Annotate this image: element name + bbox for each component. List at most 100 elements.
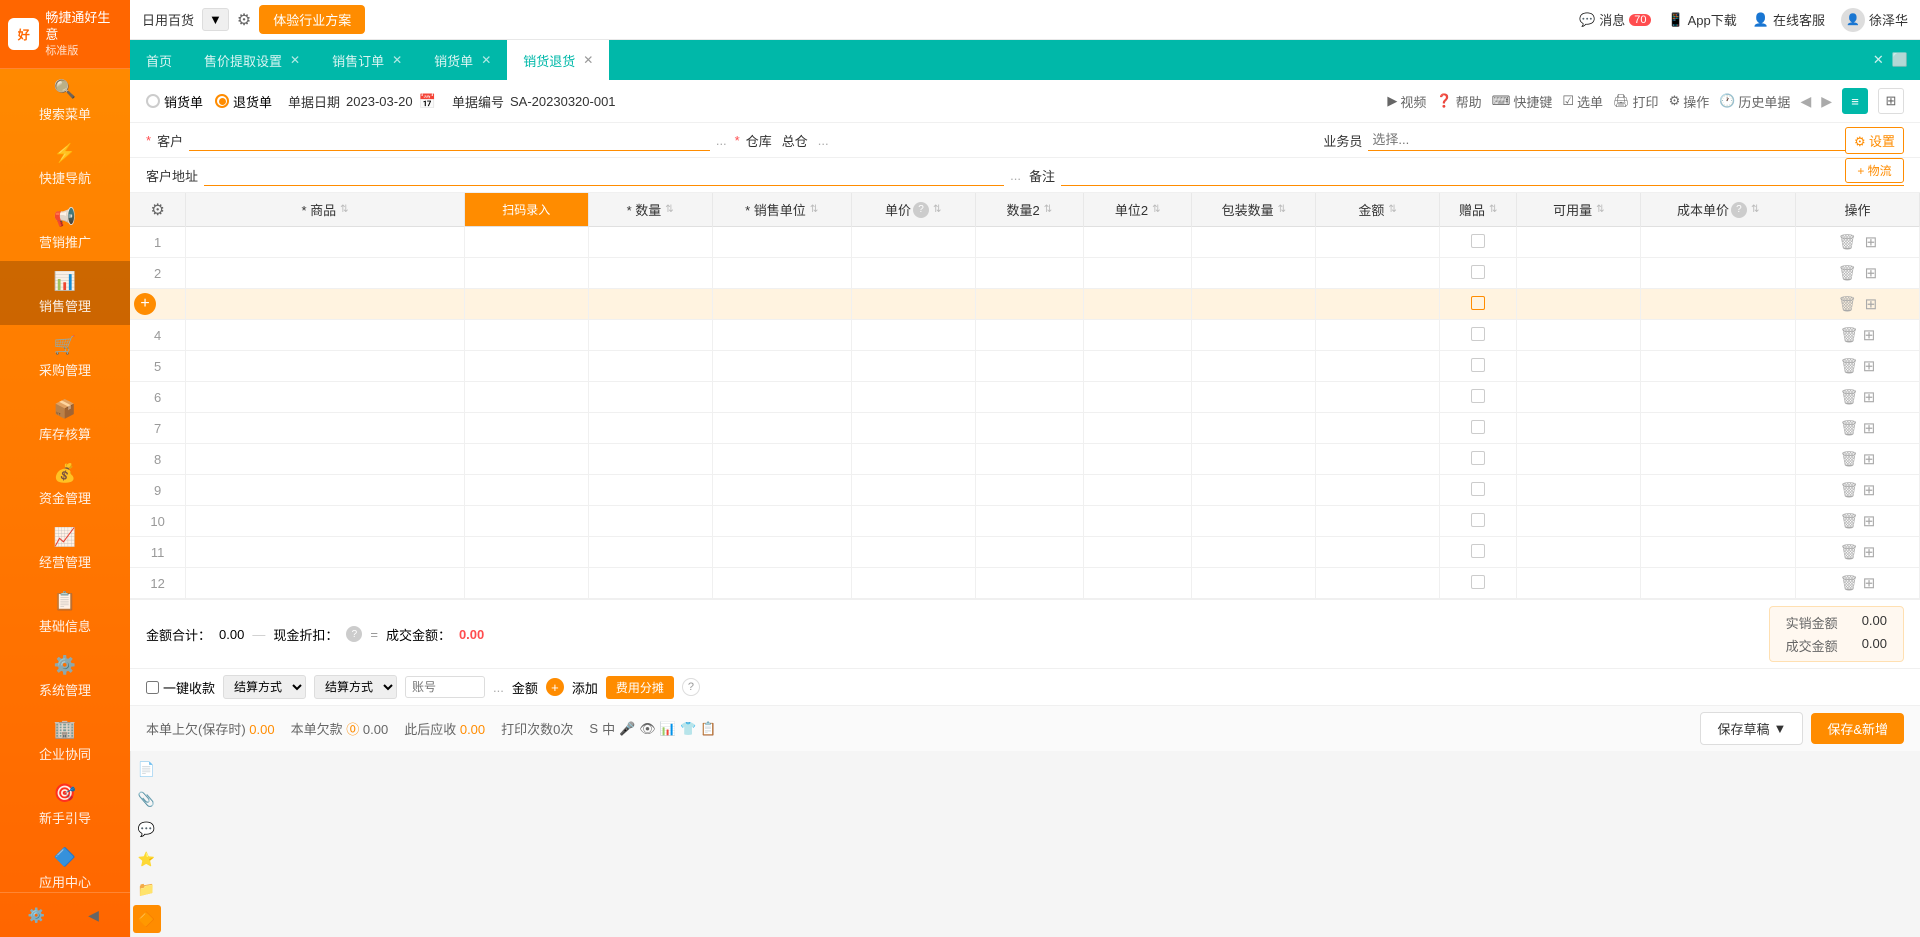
- product-cell-3[interactable]: [186, 289, 465, 320]
- copy-row-9-btn[interactable]: ⊞: [1861, 479, 1878, 501]
- message-btn[interactable]: 💬 消息 70: [1579, 10, 1651, 29]
- sidebar-item-purchase[interactable]: 🛒 采购管理: [0, 325, 130, 389]
- customer-input[interactable]: [189, 129, 710, 151]
- sidebar-item-quicknav[interactable]: ⚡ 快捷导航: [0, 133, 130, 197]
- save-new-btn[interactable]: 保存&新增: [1811, 713, 1904, 744]
- gift-checkbox-3[interactable]: [1471, 296, 1485, 310]
- warehouse-dots[interactable]: ...: [818, 133, 829, 148]
- sidebar-item-sales[interactable]: 📊 销售管理: [0, 261, 130, 325]
- amount-cell-1[interactable]: [1316, 227, 1440, 258]
- delete-row-1-btn[interactable]: 🗑: [1836, 231, 1859, 253]
- tool-icon-5[interactable]: 📊: [660, 721, 676, 737]
- add-payment-btn[interactable]: +: [546, 678, 564, 696]
- unit2-cell-2[interactable]: [1084, 258, 1192, 289]
- account-number-input[interactable]: [405, 676, 485, 698]
- price-cell-2[interactable]: [851, 258, 975, 289]
- delete-row-11-btn[interactable]: 🗑: [1838, 541, 1861, 563]
- operate-btn[interactable]: ⚙ 操作: [1669, 92, 1710, 111]
- copy-row-5-btn[interactable]: ⊞: [1861, 355, 1878, 377]
- tool-icon-2[interactable]: 中: [602, 719, 615, 738]
- radio-return[interactable]: 退货单: [215, 92, 272, 111]
- tool-icon-7[interactable]: 📋: [700, 721, 716, 737]
- delete-row-9-btn[interactable]: 🗑: [1838, 479, 1861, 501]
- qty2-cell-2[interactable]: [975, 258, 1083, 289]
- qty-cell-3[interactable]: [588, 289, 712, 320]
- footer-collapse-btn[interactable]: ◀: [80, 901, 108, 929]
- help-btn[interactable]: ❓ 帮助: [1436, 92, 1481, 111]
- tab-sales-order[interactable]: 销售订单 ✕: [316, 40, 418, 80]
- tab-close-sales-return[interactable]: ✕: [583, 53, 593, 67]
- sale-unit-cell-1[interactable]: [712, 227, 851, 258]
- view-list-btn[interactable]: ≡: [1842, 88, 1868, 114]
- float-btn-2[interactable]: 📎: [133, 785, 161, 813]
- tab-close-sales-order[interactable]: ✕: [392, 53, 402, 67]
- product-input-3[interactable]: [190, 297, 460, 312]
- view-grid-btn[interactable]: ⊞: [1878, 88, 1904, 114]
- float-btn-1[interactable]: 📄: [133, 755, 161, 783]
- history-btn[interactable]: 🕐 历史单据: [1719, 92, 1790, 111]
- gift-checkbox-1[interactable]: [1471, 234, 1485, 248]
- tab-close-price-extract[interactable]: ✕: [290, 53, 300, 67]
- tool-icon-4[interactable]: 👁: [639, 721, 656, 737]
- customer-dots[interactable]: ...: [716, 133, 727, 148]
- payment-method-select[interactable]: 结算方式: [223, 675, 306, 699]
- sidebar-item-newuser[interactable]: 🎯 新手引导: [0, 773, 130, 837]
- fee-help-btn[interactable]: ?: [682, 678, 700, 696]
- category-dropdown[interactable]: ▼: [202, 8, 229, 31]
- add-row-btn[interactable]: +: [134, 293, 156, 315]
- scan-btn[interactable]: 扫码录入: [494, 199, 558, 220]
- pack-qty-cell-1[interactable]: [1192, 227, 1316, 258]
- logistics-btn[interactable]: + 物流: [1845, 158, 1904, 183]
- copy-row-6-btn[interactable]: ⊞: [1861, 386, 1878, 408]
- tab-sales-return[interactable]: 销货退货 ✕: [507, 40, 609, 80]
- copy-row-8-btn[interactable]: ⊞: [1861, 448, 1878, 470]
- sidebar-item-basic[interactable]: 📋 基础信息: [0, 581, 130, 645]
- copy-row-10-btn[interactable]: ⊞: [1861, 510, 1878, 532]
- one-click-payment-checkbox[interactable]: [146, 681, 159, 694]
- sidebar-item-system[interactable]: ⚙️ 系统管理: [0, 645, 130, 709]
- payment-dots[interactable]: ...: [493, 680, 504, 695]
- sale-unit-cell-3[interactable]: [712, 289, 851, 320]
- amount-cell-2[interactable]: [1316, 258, 1440, 289]
- settings-btn[interactable]: ⚙ 设置: [1845, 127, 1904, 154]
- delete-row-10-btn[interactable]: 🗑: [1838, 510, 1861, 532]
- address-dots[interactable]: ...: [1010, 168, 1021, 183]
- app-download-btn[interactable]: 📱 App下载: [1667, 10, 1736, 29]
- copy-row-11-btn[interactable]: ⊞: [1861, 541, 1878, 563]
- copy-row-3-btn[interactable]: ⊞: [1863, 293, 1880, 315]
- qty-cell-2[interactable]: [588, 258, 712, 289]
- cost-price-help-icon[interactable]: ?: [1731, 202, 1747, 218]
- qty2-cell-3[interactable]: [975, 289, 1083, 320]
- radio-sale[interactable]: 销货单: [146, 92, 203, 111]
- discount-help-icon[interactable]: ?: [346, 626, 362, 642]
- tab-close-sales-bill[interactable]: ✕: [481, 53, 491, 67]
- payment-account-select[interactable]: 结算方式: [314, 675, 397, 699]
- product-cell-2[interactable]: [186, 258, 465, 289]
- online-service-btn[interactable]: 👤 在线客服: [1753, 10, 1825, 29]
- price-cell-1[interactable]: [851, 227, 975, 258]
- sidebar-item-search[interactable]: 🔍 搜索菜单: [0, 69, 130, 133]
- float-btn-6[interactable]: 🔶: [133, 905, 161, 933]
- save-draft-btn[interactable]: 保存草稿 ▼: [1700, 712, 1803, 745]
- delete-row-3-btn[interactable]: 🗑: [1836, 293, 1859, 315]
- delete-row-12-btn[interactable]: 🗑: [1838, 572, 1861, 594]
- pack-qty-cell-3[interactable]: [1192, 289, 1316, 320]
- pack-qty-cell-2[interactable]: [1192, 258, 1316, 289]
- tool-icon-1[interactable]: S: [589, 721, 598, 736]
- tab-sales-bill[interactable]: 销货单 ✕: [418, 40, 507, 80]
- copy-row-7-btn[interactable]: ⊞: [1861, 417, 1878, 439]
- price-help-icon[interactable]: ?: [913, 202, 929, 218]
- product-cell-1[interactable]: [186, 227, 465, 258]
- address-input[interactable]: [204, 164, 1004, 186]
- fee-split-btn[interactable]: 费用分摊: [606, 676, 674, 699]
- nav-prev-btn[interactable]: ◀: [1800, 93, 1811, 110]
- copy-row-12-btn[interactable]: ⊞: [1861, 572, 1878, 594]
- select-btn[interactable]: ☑ 选单: [1562, 92, 1603, 111]
- col-settings-btn[interactable]: ⚙: [150, 200, 164, 220]
- sidebar-item-inventory[interactable]: 📦 库存核算: [0, 389, 130, 453]
- video-btn[interactable]: ▶ 视频: [1387, 92, 1426, 111]
- user-menu-btn[interactable]: 👤 徐泽华: [1841, 8, 1908, 32]
- footer-settings-btn[interactable]: ⚙️: [23, 901, 51, 929]
- amount-cell-3[interactable]: [1316, 289, 1440, 320]
- sidebar-item-apps[interactable]: 🔷 应用中心: [0, 837, 130, 892]
